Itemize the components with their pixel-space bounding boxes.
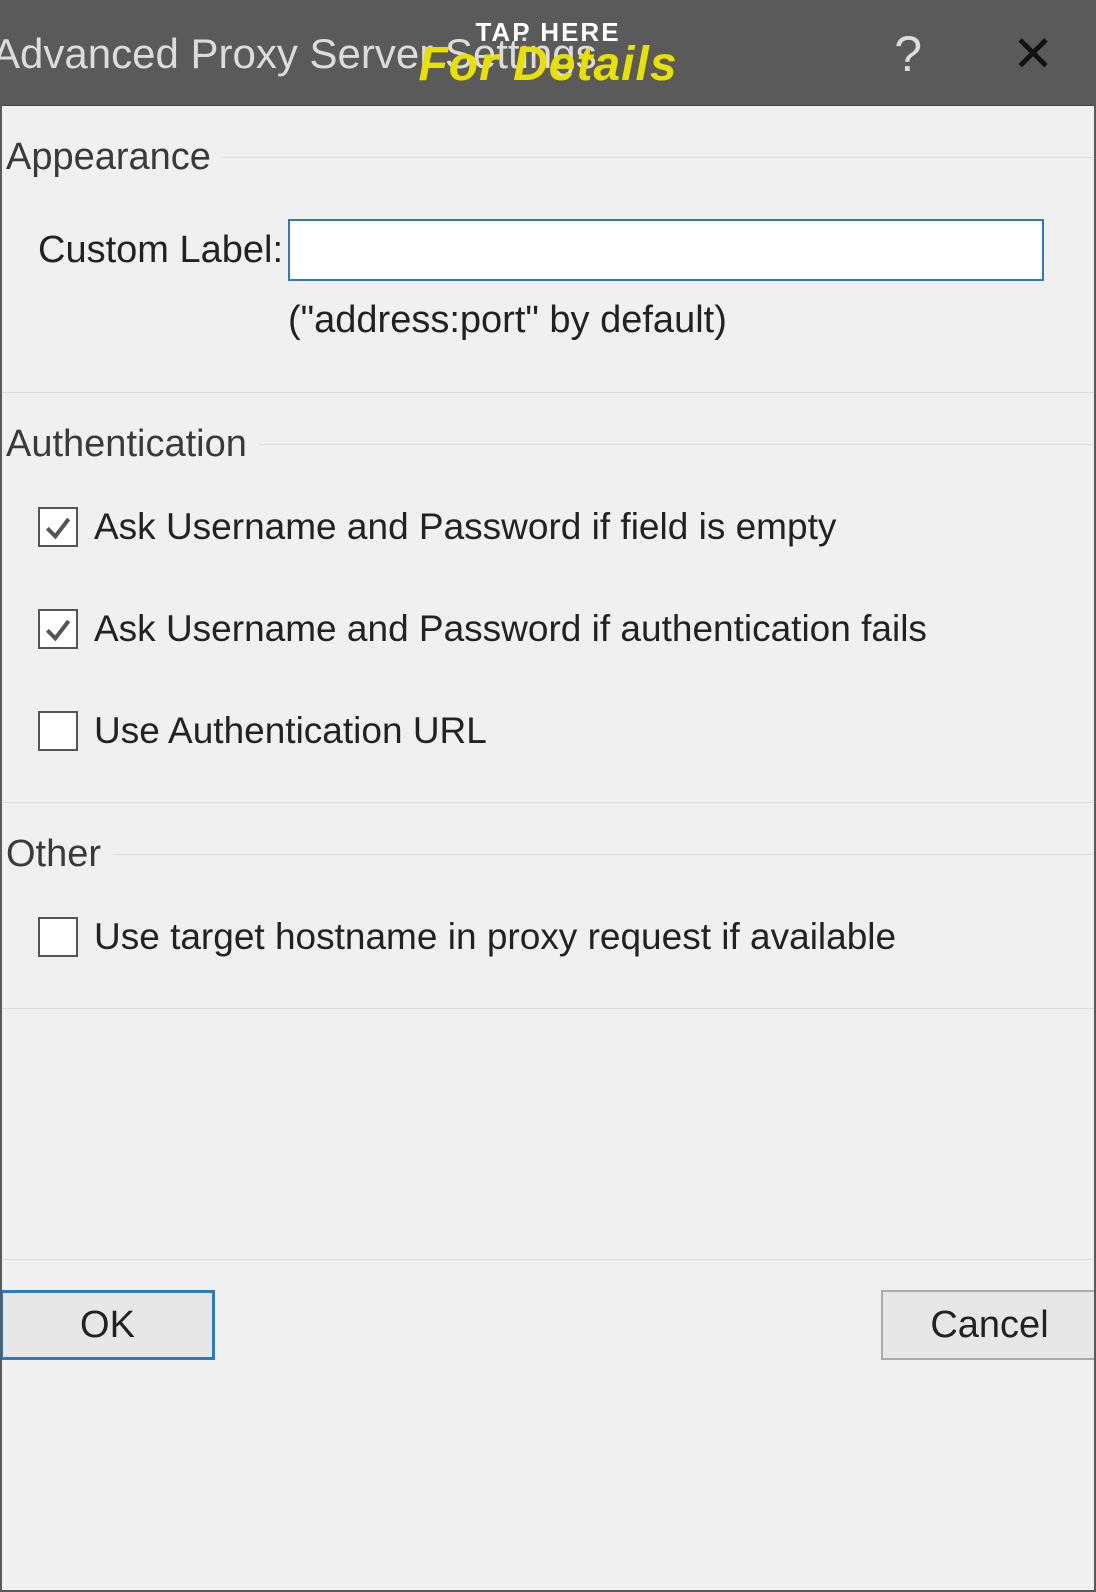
custom-label-hint: ("address:port" by default) xyxy=(288,299,1094,342)
dialog-window: Advanced Proxy Server Settings TAP HERE … xyxy=(0,0,1096,1592)
other-option-target-hostname-label: Use target hostname in proxy request if … xyxy=(94,916,896,958)
auth-option-ask-fail-label: Ask Username and Password if authenticat… xyxy=(94,608,927,650)
button-bar: OK Cancel xyxy=(2,1259,1094,1390)
auth-option-ask-empty[interactable]: Ask Username and Password if field is em… xyxy=(2,506,1094,548)
checkbox-target-hostname[interactable] xyxy=(38,917,78,957)
auth-option-use-url-label: Use Authentication URL xyxy=(94,710,487,752)
section-header-other: Other xyxy=(2,833,113,876)
section-header-authentication: Authentication xyxy=(2,423,259,466)
check-icon xyxy=(42,511,74,543)
promo-line2: For Details xyxy=(418,41,677,89)
section-other: Other Use target hostname in proxy reque… xyxy=(2,803,1094,1009)
section-authentication: Authentication Ask Username and Password… xyxy=(2,393,1094,803)
auth-option-use-url[interactable]: Use Authentication URL xyxy=(2,710,1094,752)
help-icon[interactable]: ? xyxy=(894,25,922,83)
titlebar: Advanced Proxy Server Settings TAP HERE … xyxy=(2,2,1094,106)
auth-option-ask-empty-label: Ask Username and Password if field is em… xyxy=(94,506,836,548)
checkbox-ask-empty[interactable] xyxy=(38,507,78,547)
checkbox-ask-fail[interactable] xyxy=(38,609,78,649)
promo-overlay[interactable]: TAP HERE For Details xyxy=(418,19,677,89)
cancel-button[interactable]: Cancel xyxy=(881,1290,1094,1360)
check-icon xyxy=(42,613,74,645)
checkbox-use-url[interactable] xyxy=(38,711,78,751)
auth-option-ask-fail[interactable]: Ask Username and Password if authenticat… xyxy=(2,608,1094,650)
section-header-appearance: Appearance xyxy=(2,136,223,179)
close-icon[interactable]: ✕ xyxy=(1012,29,1054,79)
section-appearance: Appearance Custom Label: ("address:port"… xyxy=(2,106,1094,393)
custom-label-input[interactable] xyxy=(288,219,1044,281)
dialog-content: Appearance Custom Label: ("address:port"… xyxy=(2,106,1094,1590)
custom-label-label: Custom Label: xyxy=(38,229,288,272)
ok-button[interactable]: OK xyxy=(2,1290,215,1360)
other-option-target-hostname[interactable]: Use target hostname in proxy request if … xyxy=(2,916,1094,958)
